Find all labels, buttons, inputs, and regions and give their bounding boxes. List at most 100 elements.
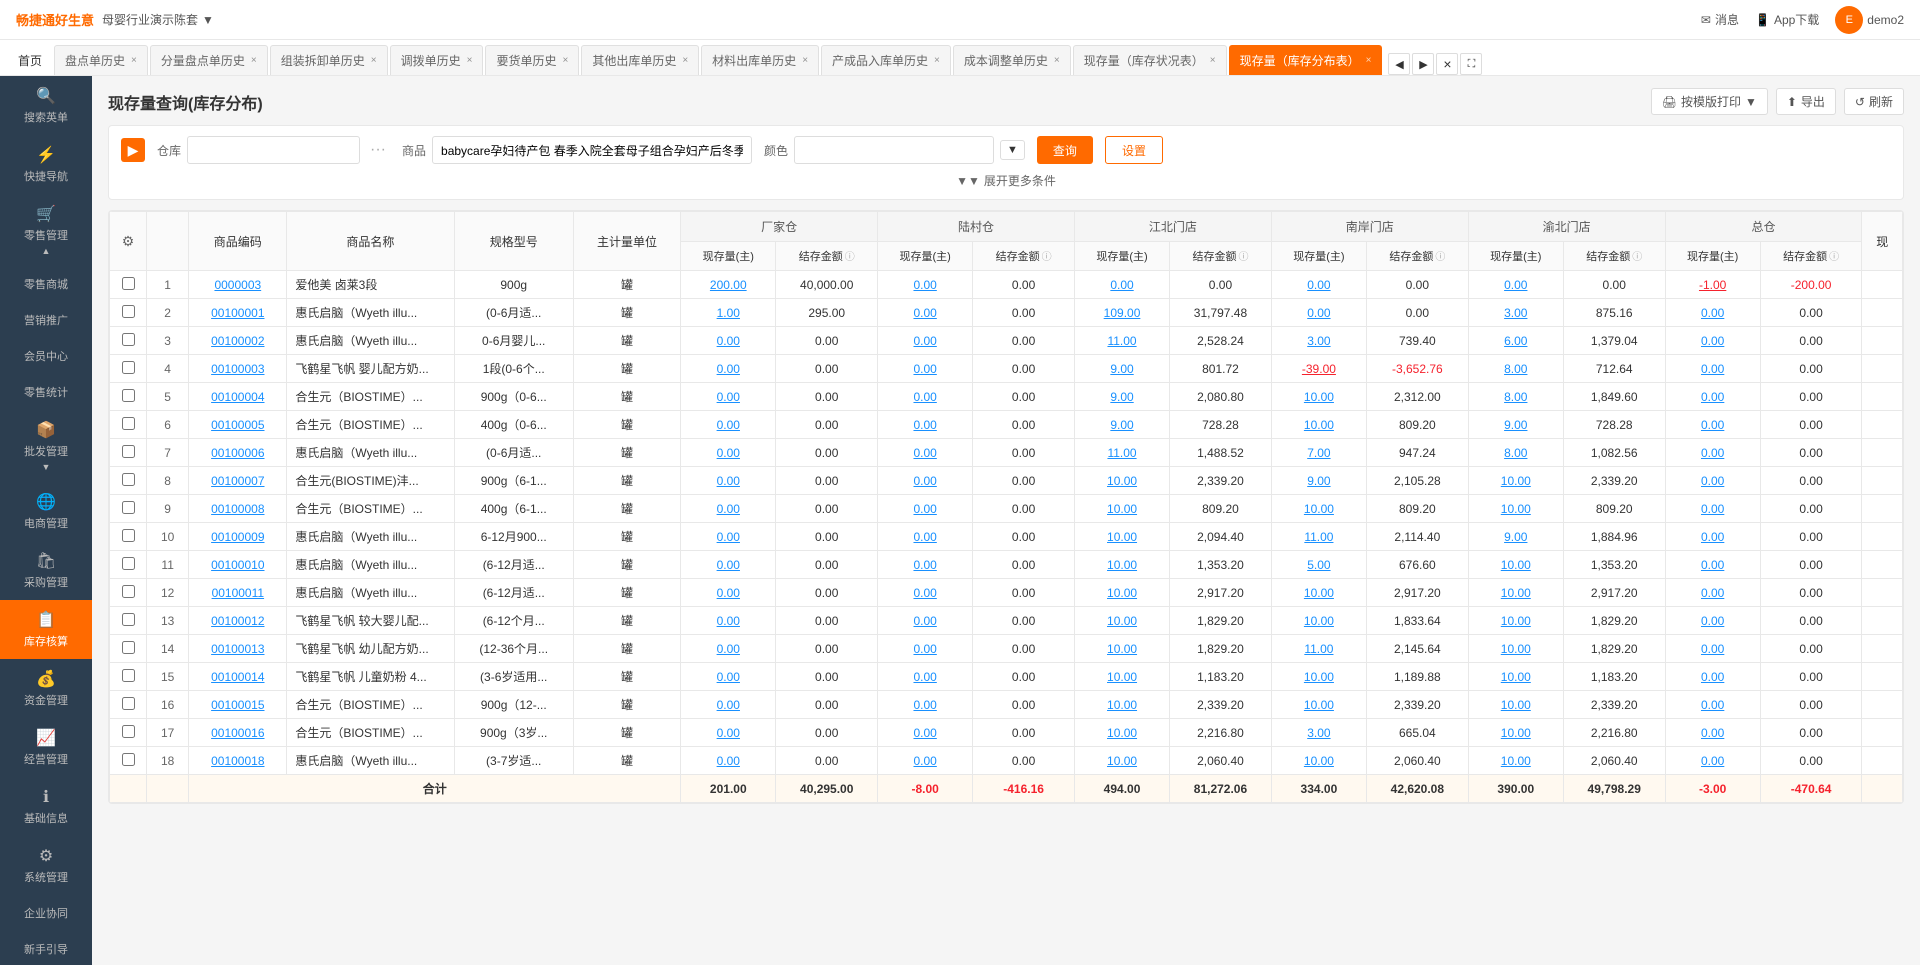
refresh-button[interactable]: ↺ 刷新	[1844, 88, 1904, 115]
sidebar-item-marketing[interactable]: 营销推广	[0, 302, 92, 338]
tab-material-out[interactable]: 材料出库单历史 ×	[701, 45, 819, 75]
tab-home[interactable]: 首页	[8, 45, 52, 75]
cell-jb-amt: 1,829.20	[1170, 607, 1272, 635]
cell-jb-amt: 2,094.40	[1170, 523, 1272, 551]
close-icon[interactable]: ×	[467, 55, 473, 66]
settings-icon[interactable]: ⚙	[118, 231, 138, 251]
cell-checkbox[interactable]	[110, 747, 147, 775]
tab-assembly[interactable]: 组装拆卸单历史 ×	[270, 45, 388, 75]
cell-checkbox[interactable]	[110, 355, 147, 383]
close-icon[interactable]: ×	[371, 55, 377, 66]
tab-stock-status[interactable]: 现存量（库存状况表） ×	[1073, 45, 1227, 75]
cell-checkbox[interactable]	[110, 691, 147, 719]
sidebar-item-wholesale[interactable]: 📦 批发管理 ▼	[0, 410, 92, 482]
close-icon[interactable]: ×	[682, 55, 688, 66]
cell-lv-amt: 0.00	[973, 523, 1075, 551]
cell-yb-amt: 1,829.20	[1563, 607, 1665, 635]
setting-button[interactable]: 设置	[1105, 136, 1163, 164]
chevron-down-icon: ▼▼	[956, 174, 980, 188]
sidebar-item-stock[interactable]: 📋 库存核算	[0, 600, 92, 659]
close-icon[interactable]: ×	[934, 55, 940, 66]
cell-checkbox[interactable]	[110, 719, 147, 747]
col-name: 商品名称	[287, 212, 454, 271]
tab-other-out[interactable]: 其他出库单历史 ×	[581, 45, 699, 75]
tab-cost-adj[interactable]: 成本调整单历史 ×	[953, 45, 1071, 75]
warehouse-dots[interactable]: ···	[366, 141, 390, 159]
filter-expand-button[interactable]: ▶	[121, 138, 145, 162]
message-button[interactable]: ✉ 消息	[1701, 11, 1739, 28]
close-icon[interactable]: ×	[1210, 55, 1216, 66]
nav-close-all-button[interactable]: ×	[1436, 53, 1458, 75]
color-input[interactable]	[794, 136, 994, 164]
cell-checkbox[interactable]	[110, 271, 147, 299]
sidebar-item-search[interactable]: 🔍 搜索英单	[0, 76, 92, 135]
print-button[interactable]: 🖨 按模版打印 ▼	[1651, 88, 1768, 115]
query-button[interactable]: 查询	[1037, 136, 1093, 164]
nav-prev-button[interactable]: ◀	[1388, 53, 1410, 75]
nav-next-button[interactable]: ▶	[1412, 53, 1434, 75]
close-icon[interactable]: ×	[131, 55, 137, 66]
cell-checkbox[interactable]	[110, 439, 147, 467]
sidebar-item-retail-stats[interactable]: 零售统计	[0, 374, 92, 410]
sidebar-item-retail-shop[interactable]: 零售商城	[0, 266, 92, 302]
close-icon[interactable]: ×	[802, 55, 808, 66]
cell-na-qty: 9.00	[1271, 467, 1366, 495]
warehouse-input[interactable]	[187, 136, 360, 164]
cell-checkbox[interactable]	[110, 607, 147, 635]
tab-inventory2[interactable]: 分量盘点单历史 ×	[150, 45, 268, 75]
sidebar-item-basic[interactable]: ℹ 基础信息	[0, 777, 92, 836]
cell-checkbox[interactable]	[110, 663, 147, 691]
cell-checkbox[interactable]	[110, 635, 147, 663]
tab-transfer[interactable]: 调拨单历史 ×	[390, 45, 484, 75]
cell-extra	[1862, 607, 1903, 635]
close-icon[interactable]: ×	[251, 55, 257, 66]
sidebar-item-purchase[interactable]: 🛍 采购管理	[0, 541, 92, 600]
goods-input[interactable]	[432, 136, 752, 164]
cell-spec: (3-7岁适...	[454, 747, 573, 775]
expand-more-button[interactable]: ▼▼ 展开更多条件	[956, 172, 1056, 189]
cell-checkbox[interactable]	[110, 467, 147, 495]
tab-inventory[interactable]: 盘点单历史 ×	[54, 45, 148, 75]
close-icon[interactable]: ×	[1366, 55, 1372, 66]
cell-checkbox[interactable]	[110, 327, 147, 355]
total-yb-amt: 49,798.29	[1563, 775, 1665, 803]
cell-name: 合生元(BIOSTIME)沣...	[287, 467, 454, 495]
cell-checkbox[interactable]	[110, 551, 147, 579]
main-table: ⚙ 商品编码 商品名称 规格型号 主计量单位 厂家仓 陆村仓 江北门店 南岸门店…	[109, 211, 1903, 803]
sidebar-item-member[interactable]: 会员中心	[0, 338, 92, 374]
cell-checkbox[interactable]	[110, 411, 147, 439]
chevron-down-icon: ▼	[42, 462, 51, 472]
sidebar-item-system[interactable]: ⚙ 系统管理	[0, 836, 92, 895]
col-group-factory: 厂家仓	[681, 212, 878, 242]
cell-checkbox[interactable]	[110, 299, 147, 327]
cell-checkbox[interactable]	[110, 523, 147, 551]
cell-na-qty: 11.00	[1271, 523, 1366, 551]
cell-checkbox[interactable]	[110, 579, 147, 607]
tab-product-in[interactable]: 产成品入库单历史 ×	[821, 45, 951, 75]
tab-purchase[interactable]: 要货单历史 ×	[485, 45, 579, 75]
app-download-button[interactable]: 📱 App下载	[1755, 11, 1819, 28]
export-button[interactable]: ⬆ 导出	[1776, 88, 1836, 115]
sidebar-item-ecommerce[interactable]: 🌐 电商管理	[0, 482, 92, 541]
topbar-dropdown[interactable]: 母婴行业演示陈套 ▼	[102, 11, 214, 28]
sidebar-item-operation[interactable]: 📈 经营管理	[0, 718, 92, 777]
sidebar-item-guide[interactable]: 新手引导	[0, 931, 92, 965]
user-avatar-area[interactable]: E demo2	[1835, 6, 1904, 34]
sidebar-item-corp[interactable]: 企业协同	[0, 895, 92, 931]
cell-lv-amt: 0.00	[973, 495, 1075, 523]
sidebar-item-finance[interactable]: 💰 资金管理	[0, 659, 92, 718]
cell-index: 14	[147, 635, 189, 663]
search-icon: 🔍	[36, 86, 56, 106]
cell-checkbox[interactable]	[110, 495, 147, 523]
cell-unit: 罐	[573, 355, 680, 383]
nav-expand-button[interactable]: ⛶	[1460, 53, 1482, 75]
sidebar-item-retail[interactable]: 🛒 零售管理 ▲	[0, 194, 92, 266]
color-dropdown-icon[interactable]: ▼	[1000, 140, 1025, 160]
sidebar-item-quick[interactable]: ⚡ 快捷导航	[0, 135, 92, 194]
cell-extra	[1862, 747, 1903, 775]
tab-stock-dist[interactable]: 现存量（库存分布表） ×	[1229, 45, 1383, 75]
cell-checkbox[interactable]	[110, 383, 147, 411]
close-icon[interactable]: ×	[562, 55, 568, 66]
cell-index: 10	[147, 523, 189, 551]
close-icon[interactable]: ×	[1054, 55, 1060, 66]
